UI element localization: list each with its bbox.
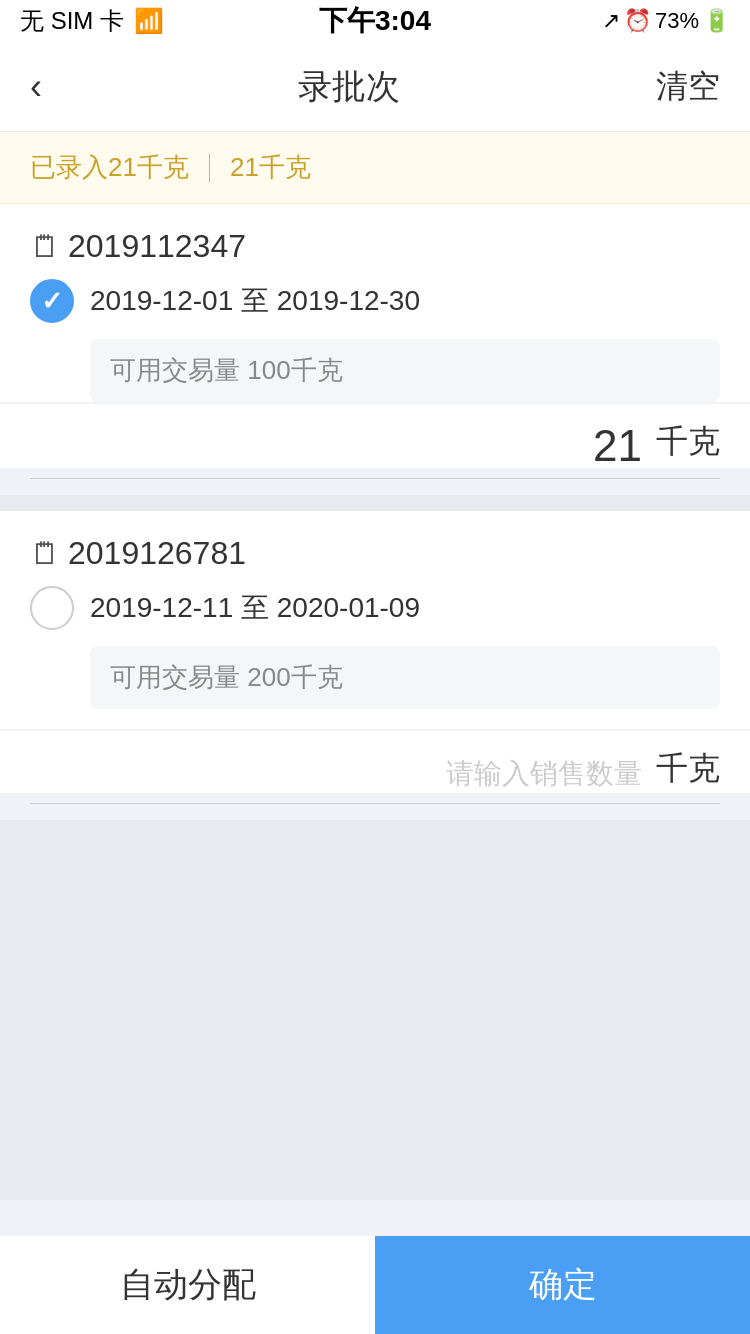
batch-card-2: 🗒 2019126781 2019-12-11 至 2020-01-09 可用交… <box>0 511 750 729</box>
available-qty-1: 可用交易量 100千克 <box>90 339 720 402</box>
status-bar: 无 SIM 卡 📶 下午3:04 ↗ ⏰ 73% 🔋 <box>0 0 750 42</box>
radio-button-2[interactable] <box>30 586 74 630</box>
batch-header-2: 🗒 2019126781 <box>30 535 720 572</box>
qty-placeholder-2: 请输入销售数量 <box>446 755 642 793</box>
batch-date-2: 2019-12-11 至 2020-01-09 <box>90 589 420 627</box>
battery-text: 73% <box>655 8 699 34</box>
batch-doc-icon-2: 🗒 <box>30 537 60 571</box>
auto-distribute-button[interactable]: 自动分配 <box>0 1236 375 1334</box>
location-icon: ↗ <box>602 8 620 34</box>
empty-area <box>0 820 750 1200</box>
bottom-bar: 自动分配 确定 <box>0 1236 750 1334</box>
confirm-button[interactable]: 确定 <box>375 1236 750 1334</box>
batch-number-2: 2019126781 <box>68 535 246 572</box>
qty-underline-1 <box>30 478 720 479</box>
batch-date-row-2[interactable]: 2019-12-11 至 2020-01-09 <box>30 586 720 630</box>
batch-number-1: 2019112347 <box>68 228 246 265</box>
qty-value-1: 21 <box>593 424 642 468</box>
battery-icon: 🔋 <box>703 8 730 34</box>
summary-bar: 已录入21千克 21千克 <box>0 132 750 204</box>
batch-card-1: 🗒 2019112347 2019-12-01 至 2019-12-30 可用交… <box>0 204 750 402</box>
nav-bar: ‹ 录批次 清空 <box>0 42 750 132</box>
summary-divider <box>209 154 210 182</box>
batch-date-1: 2019-12-01 至 2019-12-30 <box>90 282 420 320</box>
available-qty-2: 可用交易量 200千克 <box>90 646 720 709</box>
recorded-label: 已录入21千克 <box>30 150 189 185</box>
batch-header-1: 🗒 2019112347 <box>30 228 720 265</box>
status-time: 下午3:04 <box>319 2 431 40</box>
status-right: ↗ ⏰ 73% 🔋 <box>602 8 730 34</box>
qty-unit-2: 千克 <box>656 747 720 793</box>
wifi-icon: 📶 <box>134 7 164 35</box>
qty-input-underline-2 <box>30 803 720 804</box>
section-separator <box>0 495 750 511</box>
batch-date-row-1[interactable]: 2019-12-01 至 2019-12-30 <box>30 279 720 323</box>
batch-doc-icon-1: 🗒 <box>30 230 60 264</box>
carrier-text: 无 SIM 卡 <box>20 5 124 37</box>
back-button[interactable]: ‹ <box>30 66 42 108</box>
alarm-icon: ⏰ <box>624 8 651 34</box>
total-label: 21千克 <box>230 150 311 185</box>
clear-button[interactable]: 清空 <box>656 65 720 109</box>
page-title: 录批次 <box>298 64 400 110</box>
qty-input-row-2[interactable]: 请输入销售数量 千克 <box>0 731 750 793</box>
qty-display-row-1: 21 千克 <box>0 404 750 468</box>
status-left: 无 SIM 卡 📶 <box>20 5 164 37</box>
radio-button-1[interactable] <box>30 279 74 323</box>
qty-unit-1: 千克 <box>656 420 720 468</box>
